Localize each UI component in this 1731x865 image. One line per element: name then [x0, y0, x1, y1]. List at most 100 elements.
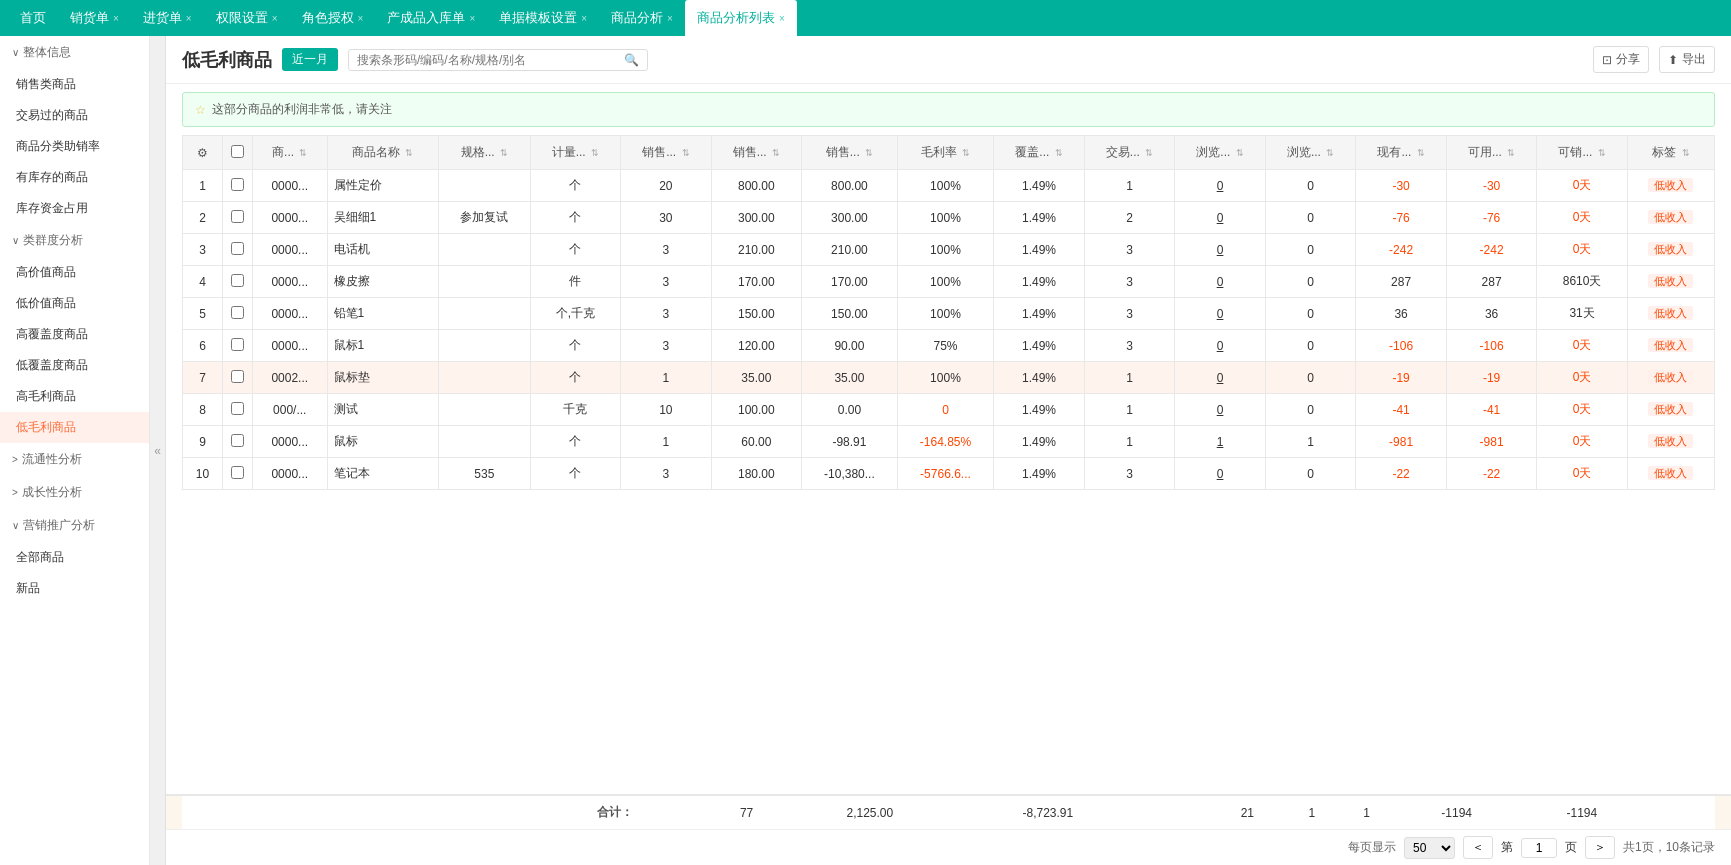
cell-view1[interactable]: 0 [1175, 170, 1266, 202]
cell-view1[interactable]: 0 [1175, 202, 1266, 234]
row-checkbox[interactable] [231, 306, 244, 319]
th-tag[interactable]: 标签 ⇅ [1627, 136, 1714, 170]
cell-num: 2 [183, 202, 223, 234]
cell-checkbox[interactable] [223, 330, 253, 362]
nav-item-权限设置[interactable]: 权限设置× [204, 0, 290, 36]
sidebar-group-营销推广分析[interactable]: ∨营销推广分析 [0, 509, 149, 542]
th-coverage[interactable]: 覆盖... ⇅ [994, 136, 1085, 170]
share-button[interactable]: ⊡ 分享 [1593, 46, 1649, 73]
cell-checkbox[interactable] [223, 234, 253, 266]
row-checkbox[interactable] [231, 178, 244, 191]
th-sales-price[interactable]: 销售... ⇅ [711, 136, 802, 170]
sidebar-group-成长性分析[interactable]: >成长性分析 [0, 476, 149, 509]
close-icon[interactable]: × [358, 13, 364, 24]
th-current-stock[interactable]: 现有... ⇅ [1356, 136, 1447, 170]
close-icon[interactable]: × [581, 13, 587, 24]
sidebar-item-交易过的商品[interactable]: 交易过的商品 [0, 100, 149, 131]
nav-item-单据模板设置[interactable]: 单据模板设置× [487, 0, 599, 36]
row-checkbox[interactable] [231, 338, 244, 351]
sidebar-item-低覆盖度商品[interactable]: 低覆盖度商品 [0, 350, 149, 381]
sidebar-item-库存资金占用[interactable]: 库存资金占用 [0, 193, 149, 224]
cell-checkbox[interactable] [223, 266, 253, 298]
search-icon[interactable]: 🔍 [624, 53, 639, 67]
cell-view1[interactable]: 0 [1175, 234, 1266, 266]
sidebar-item-高价值商品[interactable]: 高价值商品 [0, 257, 149, 288]
sidebar-item-高覆盖度商品[interactable]: 高覆盖度商品 [0, 319, 149, 350]
row-checkbox[interactable] [231, 402, 244, 415]
sidebar-item-低价值商品[interactable]: 低价值商品 [0, 288, 149, 319]
cell-checkbox[interactable] [223, 362, 253, 394]
th-spec[interactable]: 规格... ⇅ [439, 136, 531, 170]
cell-tag: 低收入 [1627, 202, 1714, 234]
nav-item-商品分析列表[interactable]: 商品分析列表× [685, 0, 797, 36]
close-icon[interactable]: × [113, 13, 119, 24]
nav-item-商品分析[interactable]: 商品分析× [599, 0, 685, 36]
cell-view1[interactable]: 0 [1175, 394, 1266, 426]
date-filter-button[interactable]: 近一月 [282, 48, 338, 71]
top-nav: 首页销货单×进货单×权限设置×角色授权×产成品入库单×单据模板设置×商品分析×商… [0, 0, 1731, 36]
nav-item-销货单[interactable]: 销货单× [58, 0, 131, 36]
sidebar-item-新品[interactable]: 新品 [0, 573, 149, 604]
header-actions: ⊡ 分享 ⬆ 导出 [1593, 46, 1715, 73]
th-name[interactable]: 商品名称 ⇅ [327, 136, 439, 170]
sidebar-item-全部商品[interactable]: 全部商品 [0, 542, 149, 573]
page-size-select[interactable]: 50 100 200 [1404, 837, 1455, 859]
th-sales-qty[interactable]: 销售... ⇅ [621, 136, 712, 170]
th-unit[interactable]: 计量... ⇅ [530, 136, 621, 170]
prev-page-button[interactable]: ＜ [1463, 836, 1493, 859]
sidebar-group-流通性分析[interactable]: >流通性分析 [0, 443, 149, 476]
th-saleable[interactable]: 可销... ⇅ [1537, 136, 1628, 170]
close-icon[interactable]: × [469, 13, 475, 24]
cell-coverage: 1.49% [994, 266, 1085, 298]
nav-item-产成品入库单[interactable]: 产成品入库单× [375, 0, 487, 36]
th-checkbox[interactable] [223, 136, 253, 170]
cell-checkbox[interactable] [223, 298, 253, 330]
nav-item-进货单[interactable]: 进货单× [131, 0, 204, 36]
sidebar-item-高毛利商品[interactable]: 高毛利商品 [0, 381, 149, 412]
cell-view1[interactable]: 0 [1175, 362, 1266, 394]
th-available[interactable]: 可用... ⇅ [1446, 136, 1537, 170]
row-checkbox[interactable] [231, 434, 244, 447]
cell-checkbox[interactable] [223, 426, 253, 458]
cell-view1[interactable]: 0 [1175, 298, 1266, 330]
select-all-checkbox[interactable] [231, 145, 244, 158]
th-gross-margin[interactable]: 毛利率 ⇅ [897, 136, 994, 170]
cell-checkbox[interactable] [223, 170, 253, 202]
nav-item-首页[interactable]: 首页 [8, 0, 58, 36]
sidebar-group-整体信息[interactable]: ∨整体信息 [0, 36, 149, 69]
row-checkbox[interactable] [231, 242, 244, 255]
sidebar-item-低毛利商品[interactable]: 低毛利商品 [0, 412, 149, 443]
row-checkbox[interactable] [231, 210, 244, 223]
cell-view1[interactable]: 0 [1175, 266, 1266, 298]
close-icon[interactable]: × [272, 13, 278, 24]
sidebar-item-有库存的商品[interactable]: 有库存的商品 [0, 162, 149, 193]
cell-checkbox[interactable] [223, 394, 253, 426]
cell-view1[interactable]: 0 [1175, 458, 1266, 490]
search-input[interactable] [357, 53, 624, 67]
cell-checkbox[interactable] [223, 202, 253, 234]
close-icon[interactable]: × [779, 13, 785, 24]
close-icon[interactable]: × [186, 13, 192, 24]
cell-unit: 件 [530, 266, 621, 298]
sidebar-group-类群度分析[interactable]: ∨类群度分析 [0, 224, 149, 257]
row-checkbox[interactable] [231, 466, 244, 479]
th-view1[interactable]: 浏览... ⇅ [1175, 136, 1266, 170]
row-checkbox[interactable] [231, 370, 244, 383]
next-page-button[interactable]: ＞ [1585, 836, 1615, 859]
export-button[interactable]: ⬆ 导出 [1659, 46, 1715, 73]
sidebar-toggle[interactable]: « [150, 36, 166, 865]
close-icon[interactable]: × [667, 13, 673, 24]
page-input[interactable] [1521, 838, 1557, 858]
row-checkbox[interactable] [231, 274, 244, 287]
th-view2[interactable]: 浏览... ⇅ [1265, 136, 1356, 170]
cell-checkbox[interactable] [223, 458, 253, 490]
th-sales-amount[interactable]: 销售... ⇅ [802, 136, 898, 170]
sidebar-item-销售类商品[interactable]: 销售类商品 [0, 69, 149, 100]
th-settings[interactable]: ⚙ [183, 136, 223, 170]
nav-item-角色授权[interactable]: 角色授权× [290, 0, 376, 36]
cell-view1[interactable]: 0 [1175, 330, 1266, 362]
cell-view1[interactable]: 1 [1175, 426, 1266, 458]
th-code[interactable]: 商... ⇅ [253, 136, 328, 170]
th-transaction[interactable]: 交易... ⇅ [1084, 136, 1175, 170]
sidebar-item-商品分类助销率[interactable]: 商品分类助销率 [0, 131, 149, 162]
